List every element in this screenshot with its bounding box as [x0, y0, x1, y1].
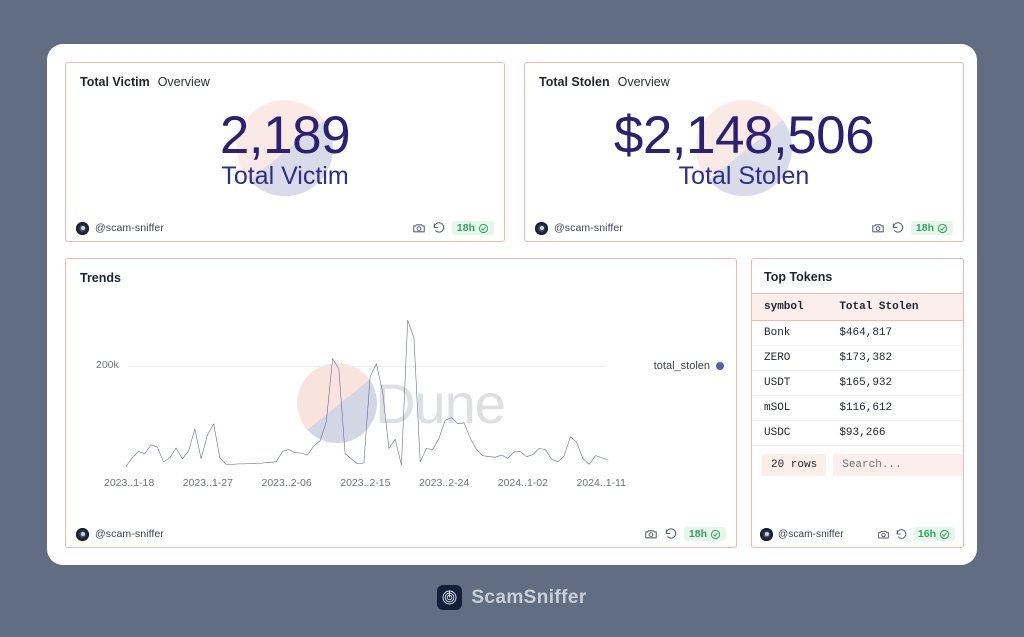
card-total-stolen-header: Total Stolen Overview: [525, 63, 963, 89]
camera-icon[interactable]: [412, 221, 426, 235]
avatar: [76, 527, 89, 541]
x-tick-label: 2023..1-18: [104, 477, 155, 489]
scamsniffer-logo-icon: [437, 585, 463, 610]
author-handle[interactable]: @scam-sniffer: [95, 528, 164, 540]
freshness-label: 18h: [915, 222, 934, 234]
card-total-victim-body: 2,189 Total Victim: [66, 89, 504, 215]
check-circle-icon: [937, 223, 948, 233]
x-tick-label: 2023..2-24: [419, 477, 470, 489]
card-total-victim: Total Victim Overview 2,189 Total Victim…: [65, 62, 505, 242]
x-tick-label: 2023..2-06: [261, 477, 312, 489]
table-row[interactable]: mSOL $116,612: [752, 395, 963, 421]
x-tick-label: 2023..1-27: [182, 477, 233, 489]
card-top-tokens: Top Tokens symbol Total Stolen Bonk $464,…: [751, 258, 964, 548]
cell-total-stolen: $173,382: [829, 345, 963, 371]
table-row[interactable]: USDT $165,932: [752, 370, 963, 396]
chart-plot-area: [126, 315, 608, 469]
legend-label-total-stolen: total_stolen: [653, 360, 710, 372]
refresh-icon[interactable]: [664, 527, 678, 541]
card-total-stolen-footer: @scam-sniffer 18h: [525, 215, 963, 241]
check-circle-icon: [939, 529, 950, 539]
search-input[interactable]: [833, 454, 963, 476]
card-trends-body: Dune 200k 2023..1-18 2023..1-27 2023..2-06…: [66, 285, 736, 521]
freshness-label: 18h: [688, 528, 707, 540]
chart-series-svg: [126, 315, 608, 469]
refresh-icon[interactable]: [895, 528, 908, 541]
total-stolen-value: $2,148,506: [613, 106, 875, 166]
freshness-label: 16h: [917, 528, 936, 540]
card-trends: Trends Dune 200k 2023..1-18 2023..1-27 202…: [65, 258, 737, 548]
dashboard-board: Total Victim Overview 2,189 Total Victim…: [47, 44, 977, 565]
table-row[interactable]: ZERO $173,382: [752, 345, 963, 371]
chart-legend: total_stolen: [654, 360, 724, 372]
legend-swatch-icon: [716, 362, 724, 370]
chart-ytick-label: 200k: [96, 359, 119, 371]
brand-name: ScamSniffer: [471, 586, 587, 608]
camera-icon[interactable]: [871, 221, 885, 235]
author-handle[interactable]: @scam-sniffer: [554, 222, 623, 234]
cell-symbol: USDT: [752, 370, 830, 396]
card-trends-footer: @scam-sniffer 18h: [66, 521, 736, 547]
total-victim-label: Total Victim: [221, 161, 349, 190]
table-body: Bonk $464,817 ZERO $173,382 USDT $165,932 mSOL…: [752, 320, 963, 446]
card-trends-header: Trends: [66, 259, 736, 285]
card-total-victim-subtitle: Overview: [157, 75, 210, 89]
total-victim-value: 2,189: [219, 106, 351, 166]
x-tick-label: 2023..2-15: [340, 477, 391, 489]
card-top-tokens-title: Top Tokens: [764, 270, 833, 284]
card-trends-title: Trends: [80, 271, 121, 285]
table-row[interactable]: Bonk $464,817: [752, 320, 963, 346]
card-total-stolen-title: Total Stolen: [539, 75, 610, 89]
line-chart: Dune 200k 2023..1-18 2023..1-27 2023..2-06…: [66, 285, 736, 521]
total-stolen-label: Total Stolen: [678, 161, 810, 190]
refresh-icon[interactable]: [432, 221, 446, 235]
cell-symbol: mSOL: [752, 395, 830, 421]
freshness-label: 18h: [456, 222, 475, 234]
card-total-victim-title: Total Victim: [80, 75, 150, 89]
cell-symbol: ZERO: [752, 345, 830, 371]
author-handle[interactable]: @scam-sniffer: [778, 529, 844, 540]
camera-icon[interactable]: [644, 527, 658, 541]
column-header-total-stolen[interactable]: Total Stolen: [829, 293, 963, 321]
camera-icon[interactable]: [877, 528, 890, 541]
series-total_stolen-line: [126, 320, 608, 466]
column-header-symbol[interactable]: symbol: [752, 293, 830, 321]
card-total-victim-footer: @scam-sniffer 18h: [66, 215, 504, 241]
check-circle-icon: [710, 529, 721, 539]
card-total-stolen-body: $2,148,506 Total Stolen: [525, 89, 963, 215]
card-total-victim-header: Total Victim Overview: [66, 63, 504, 89]
cell-total-stolen: $116,612: [829, 395, 963, 421]
cell-symbol: USDC: [752, 420, 830, 446]
avatar: [535, 221, 548, 235]
card-top-tokens-body: symbol Total Stolen Bonk $464,817 ZERO $173…: [752, 293, 963, 521]
avatar: [76, 221, 89, 235]
x-tick-label: 2024..1-02: [497, 477, 548, 489]
avatar: [760, 527, 773, 541]
top-tokens-table: symbol Total Stolen Bonk $464,817 ZERO $173…: [752, 293, 963, 446]
brand-footer: ScamSniffer: [0, 585, 1024, 610]
check-circle-icon: [478, 223, 489, 233]
x-tick-label: 2024..1-11: [576, 477, 626, 489]
refresh-icon[interactable]: [891, 221, 905, 235]
cell-symbol: Bonk: [752, 320, 830, 346]
card-total-stolen-subtitle: Overview: [617, 75, 670, 89]
cell-total-stolen: $165,932: [829, 370, 963, 396]
freshness-badge: 16h: [912, 527, 955, 541]
author-handle[interactable]: @scam-sniffer: [95, 222, 164, 234]
table-controls: 20 rows: [752, 446, 963, 482]
card-top-tokens-footer: @scam-sniffer 16h: [752, 521, 963, 547]
freshness-badge: 18h: [683, 527, 726, 541]
cell-total-stolen: $93,266: [829, 420, 963, 446]
cell-total-stolen: $464,817: [829, 320, 963, 346]
table-row[interactable]: USDC $93,266: [752, 420, 963, 446]
chart-x-axis: 2023..1-18 2023..1-27 2023..2-06 2023..2-15…: [104, 477, 626, 489]
table-header-row: symbol Total Stolen: [752, 293, 963, 321]
card-total-stolen: Total Stolen Overview $2,148,506 Total S…: [524, 62, 964, 242]
freshness-badge: 18h: [451, 221, 494, 235]
freshness-badge: 18h: [910, 221, 953, 235]
rows-count-chip[interactable]: 20 rows: [762, 454, 827, 476]
